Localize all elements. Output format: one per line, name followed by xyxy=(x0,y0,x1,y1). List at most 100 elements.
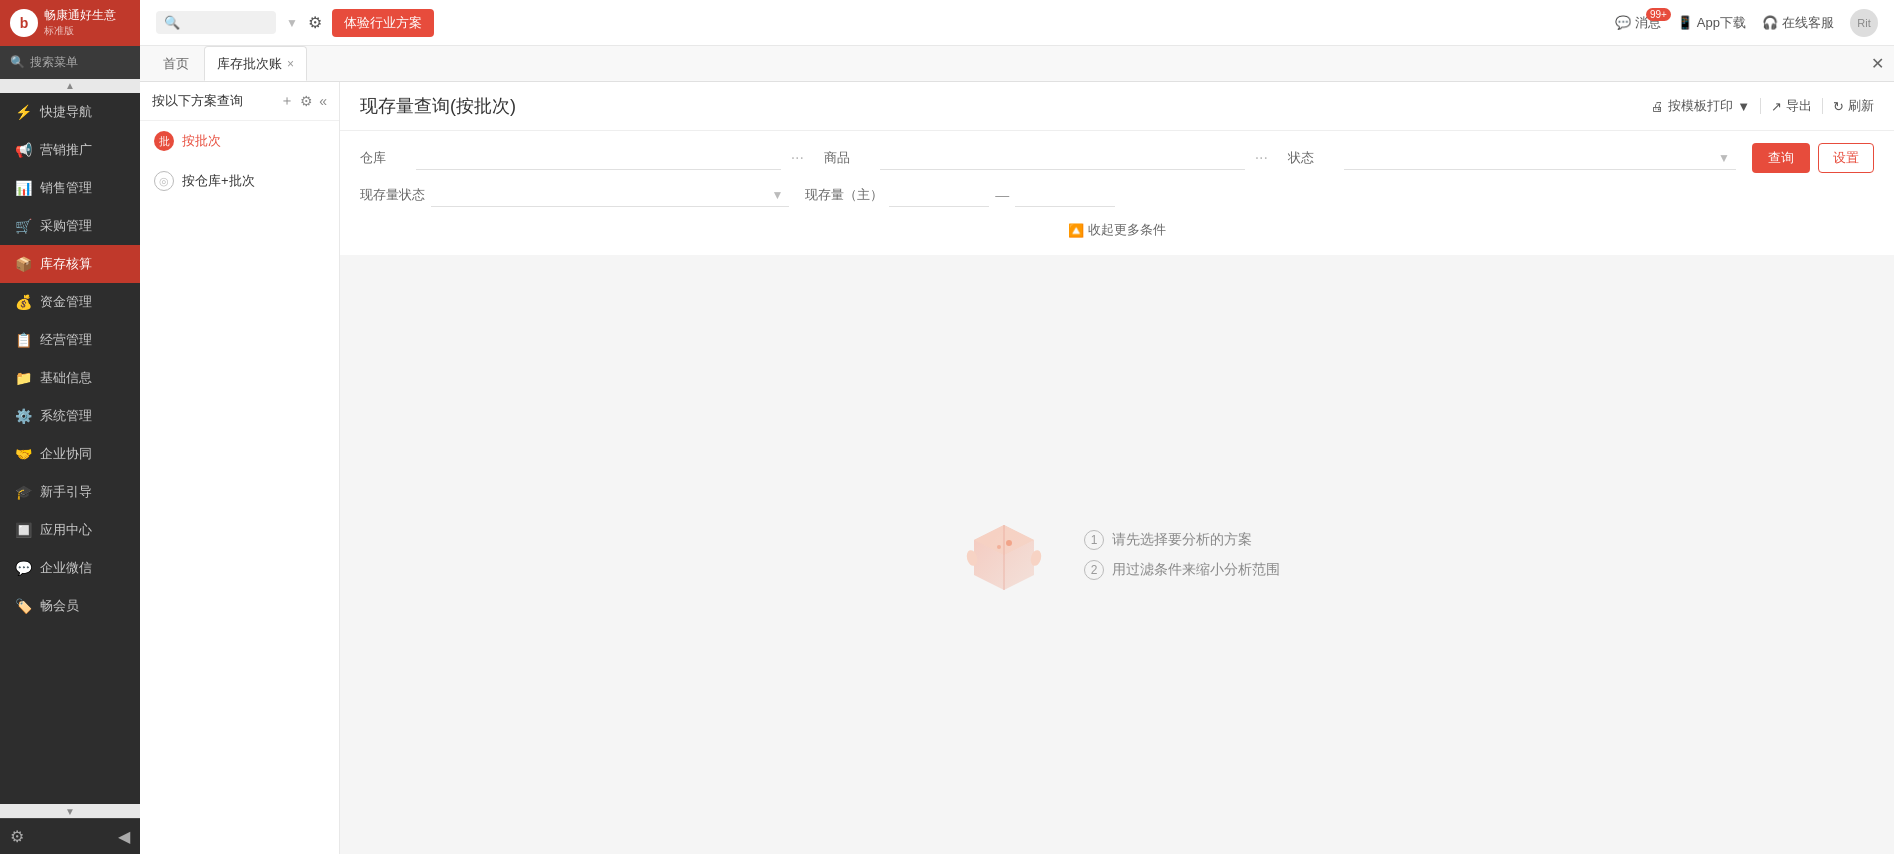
add-scheme-btn[interactable]: ＋ xyxy=(280,92,294,110)
topbar-search-box[interactable]: 🔍 xyxy=(156,11,276,34)
settings-btn[interactable]: 设置 xyxy=(1818,143,1874,173)
topbar-search-input[interactable] xyxy=(185,16,265,30)
scheme-warehouse-batch-icon: ◎ xyxy=(154,171,174,191)
nav-label: 基础信息 xyxy=(40,369,92,387)
topbar-dropdown-icon[interactable]: ▼ xyxy=(286,16,298,30)
collapse-btn[interactable]: 🔼 收起更多条件 xyxy=(360,217,1874,243)
sidebar-item-membership[interactable]: 🏷️ 畅会员 xyxy=(0,587,140,625)
app-center-icon: 🔲 xyxy=(14,521,32,539)
right-panel: 现存量查询(按批次) 🖨 按模板打印 ▼ ↗ 导出 xyxy=(340,82,1894,854)
inventory-status-dropdown[interactable]: ▼ xyxy=(431,183,789,207)
user-avatar: Rit xyxy=(1850,9,1878,37)
sidebar-item-wechat[interactable]: 💬 企业微信 xyxy=(0,549,140,587)
scheme-warehouse-batch-label: 按仓库+批次 xyxy=(182,172,255,190)
export-btn[interactable]: ↗ 导出 xyxy=(1771,97,1812,115)
empty-text: 1 请先选择要分析的方案 2 用过滤条件来缩小分析范围 xyxy=(1084,530,1280,580)
inventory-qty-min-input[interactable] xyxy=(889,183,989,207)
scheme-settings-btn[interactable]: ⚙ xyxy=(300,93,313,109)
svg-point-4 xyxy=(1006,540,1012,546)
product-label: 商品 xyxy=(824,149,874,167)
inventory-status-label: 现存量状态 xyxy=(360,186,425,204)
sidebar-item-system[interactable]: ⚙️ 系统管理 xyxy=(0,397,140,435)
sidebar-item-purchase[interactable]: 🛒 采购管理 xyxy=(0,207,140,245)
nav-label: 系统管理 xyxy=(40,407,92,425)
scheme-item-warehouse-batch[interactable]: ◎ 按仓库+批次 xyxy=(140,161,339,201)
inventory-qty-dash: — xyxy=(995,187,1009,203)
inv-status-chevron-icon: ▼ xyxy=(771,188,783,202)
page-actions: 🖨 按模板打印 ▼ ↗ 导出 ↻ 刷新 xyxy=(1651,97,1874,115)
nav-label: 企业协同 xyxy=(40,445,92,463)
filter-row-1: 仓库 ··· 商品 ··· 状态 xyxy=(360,143,1874,173)
refresh-label: 刷新 xyxy=(1848,97,1874,115)
collapse-label: 收起更多条件 xyxy=(1088,221,1166,239)
sidebar-item-operations[interactable]: 📋 经营管理 xyxy=(0,321,140,359)
topbar-gear-btn[interactable]: ⚙ xyxy=(308,13,322,32)
user-menu-btn[interactable]: Rit xyxy=(1850,9,1878,37)
sidebar-item-marketing[interactable]: 📢 营销推广 xyxy=(0,131,140,169)
sidebar-item-basic[interactable]: 📁 基础信息 xyxy=(0,359,140,397)
left-panel-title: 按以下方案查询 xyxy=(152,92,243,110)
tab-home[interactable]: 首页 xyxy=(150,46,202,81)
scroll-up-btn[interactable]: ▲ xyxy=(0,79,140,93)
scheme-item-batch[interactable]: 批 按批次 xyxy=(140,121,339,161)
filter-row-2: 现存量状态 ▼ 现存量（主） — xyxy=(360,183,1874,207)
empty-state: 1 请先选择要分析的方案 2 用过滤条件来缩小分析范围 xyxy=(340,255,1894,854)
nav-label: 销售管理 xyxy=(40,179,92,197)
scroll-down-btn[interactable]: ▼ xyxy=(0,804,140,818)
divider2 xyxy=(1822,98,1823,114)
warehouse-more-icon[interactable]: ··· xyxy=(787,149,808,167)
refresh-btn[interactable]: ↻ 刷新 xyxy=(1833,97,1874,115)
tab-panel-close-btn[interactable]: ✕ xyxy=(1871,54,1884,73)
sidebar-item-sales[interactable]: 📊 销售管理 xyxy=(0,169,140,207)
warehouse-filter: 仓库 ··· xyxy=(360,146,808,170)
sidebar-search-label: 搜索菜单 xyxy=(30,54,78,71)
status-select[interactable] xyxy=(1350,150,1714,165)
trial-btn[interactable]: 体验行业方案 xyxy=(332,9,434,37)
enterprise-icon: 🤝 xyxy=(14,445,32,463)
message-icon: 💬 xyxy=(1615,15,1631,30)
collapse-left-btn[interactable]: « xyxy=(319,93,327,109)
empty-step-2: 2 用过滤条件来缩小分析范围 xyxy=(1084,560,1280,580)
sidebar-item-new-guide[interactable]: 🎓 新手引导 xyxy=(0,473,140,511)
product-more-icon[interactable]: ··· xyxy=(1251,149,1272,167)
finance-icon: 💰 xyxy=(14,293,32,311)
online-service-icon: 🎧 xyxy=(1762,15,1778,30)
quick-nav-icon: ⚡ xyxy=(14,103,32,121)
topbar: 🔍 ▼ ⚙ 体验行业方案 💬 消息 99+ 📱 App下载 🎧 在线客服 xyxy=(140,0,1894,46)
page-header: 现存量查询(按批次) 🖨 按模板打印 ▼ ↗ 导出 xyxy=(340,82,1894,131)
inventory-qty-label: 现存量（主） xyxy=(805,186,883,204)
settings-footer-btn[interactable]: ⚙ xyxy=(10,827,24,846)
empty-illustration xyxy=(954,505,1054,605)
inventory-qty-max-input[interactable] xyxy=(1015,183,1115,207)
sidebar-item-finance[interactable]: 💰 资金管理 xyxy=(0,283,140,321)
online-service-btn[interactable]: 🎧 在线客服 xyxy=(1762,14,1834,32)
tab-close-icon[interactable]: × xyxy=(287,58,294,70)
sidebar-item-inventory[interactable]: 📦 库存核算 xyxy=(0,245,140,283)
online-service-label: 在线客服 xyxy=(1782,14,1834,32)
svg-point-5 xyxy=(997,545,1001,549)
topbar-left: 🔍 ▼ ⚙ 体验行业方案 xyxy=(156,9,434,37)
left-panel-header: 按以下方案查询 ＋ ⚙ « xyxy=(140,82,339,121)
inventory-icon: 📦 xyxy=(14,255,32,273)
status-dropdown[interactable]: ▼ xyxy=(1344,146,1736,170)
product-input[interactable] xyxy=(880,146,1245,170)
status-chevron-icon: ▼ xyxy=(1718,151,1730,165)
warehouse-input[interactable] xyxy=(416,146,781,170)
print-btn[interactable]: 🖨 按模板打印 ▼ xyxy=(1651,97,1750,115)
sidebar-search[interactable]: 🔍 搜索菜单 xyxy=(0,46,140,79)
step-2-text: 用过滤条件来缩小分析范围 xyxy=(1112,561,1280,579)
sidebar-item-enterprise[interactable]: 🤝 企业协同 xyxy=(0,435,140,473)
step-num-2: 2 xyxy=(1084,560,1104,580)
app-download-btn[interactable]: 📱 App下载 xyxy=(1677,14,1746,32)
sidebar-item-app-center[interactable]: 🔲 应用中心 xyxy=(0,511,140,549)
wechat-icon: 💬 xyxy=(14,559,32,577)
collapse-sidebar-btn[interactable]: ◀ xyxy=(118,827,130,846)
app-download-icon: 📱 xyxy=(1677,15,1693,30)
tab-inventory-batch[interactable]: 库存批次账 × xyxy=(204,46,307,81)
sidebar-logo: b xyxy=(10,9,38,37)
print-dropdown-icon[interactable]: ▼ xyxy=(1737,99,1750,114)
query-btn[interactable]: 查询 xyxy=(1752,143,1810,173)
message-btn[interactable]: 💬 消息 99+ xyxy=(1615,14,1661,32)
inventory-status-select[interactable] xyxy=(437,187,767,202)
sidebar-item-quick-nav[interactable]: ⚡ 快捷导航 xyxy=(0,93,140,131)
